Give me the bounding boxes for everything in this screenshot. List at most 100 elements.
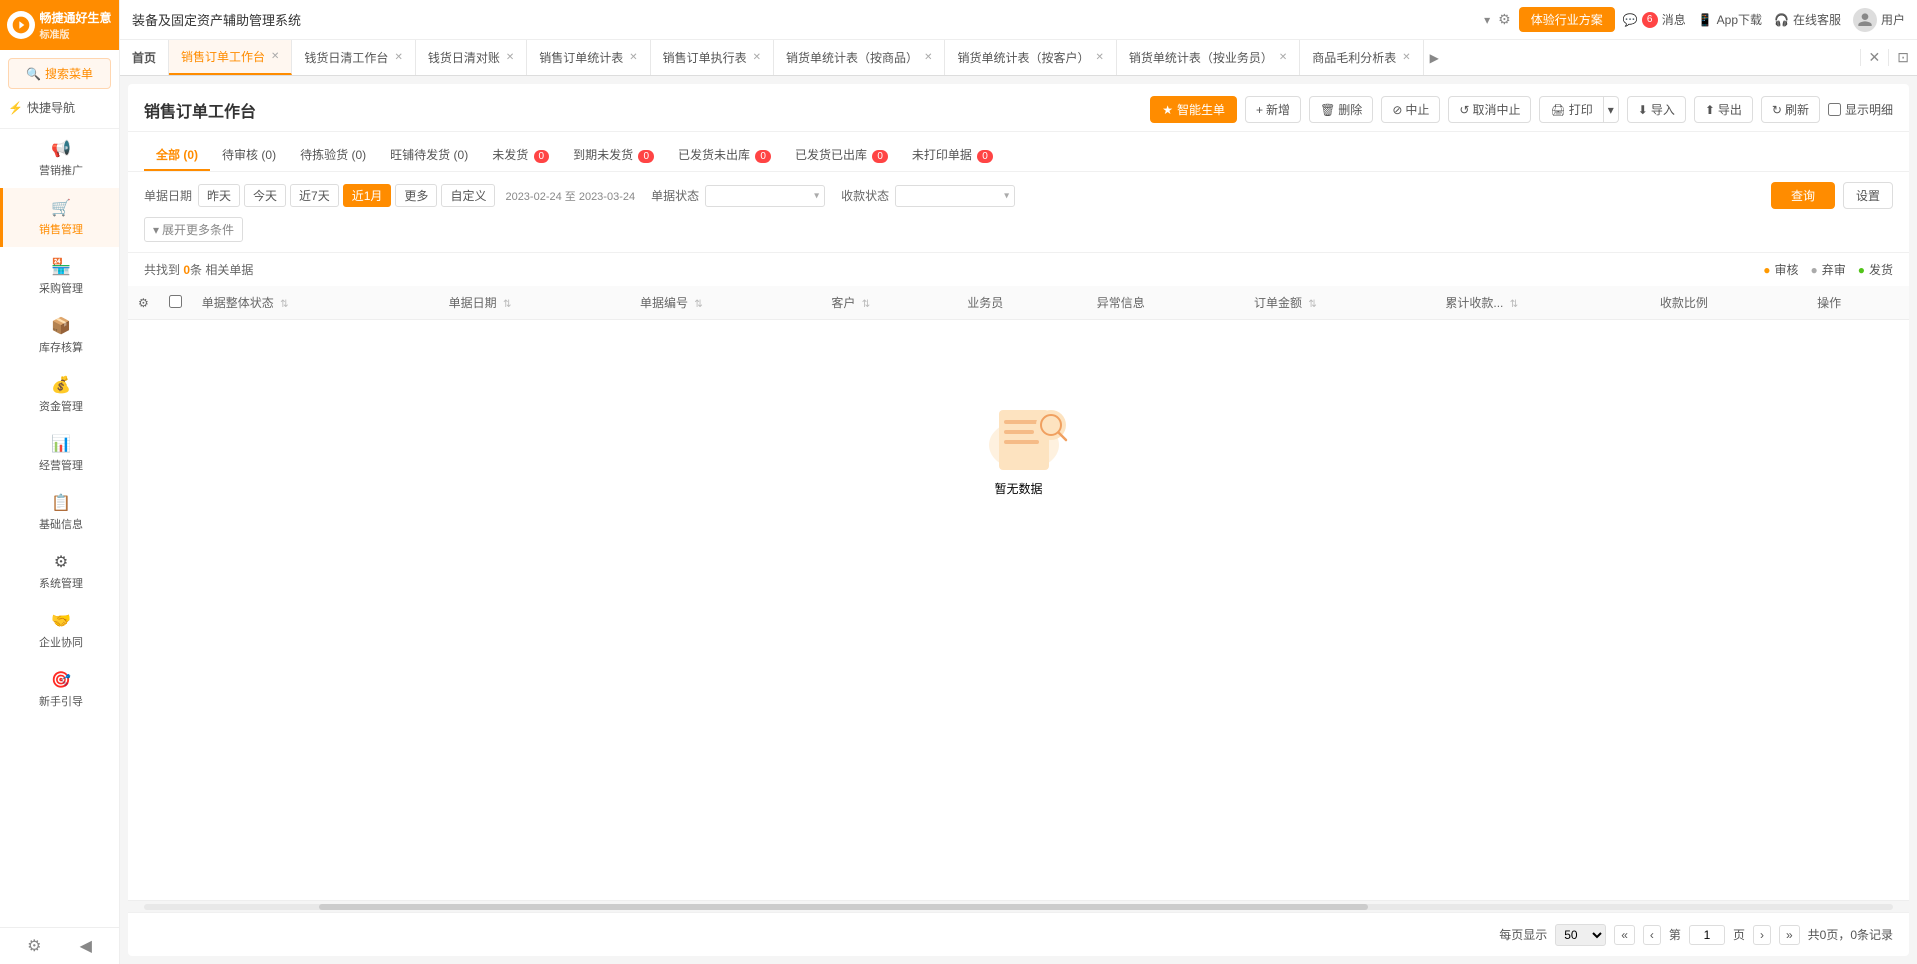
payment-select[interactable] (895, 185, 1015, 207)
sort-customer-icon[interactable]: ⇅ (862, 299, 870, 310)
sub-tab-shipped-out[interactable]: 已发货已出库 0 (783, 140, 900, 171)
user-menu[interactable]: 用户 (1853, 8, 1905, 32)
import-button[interactable]: ⬇ 导入 (1627, 96, 1686, 123)
sub-tab-not-shipped[interactable]: 未发货 0 (480, 140, 561, 171)
settings-button[interactable]: ⚙ (27, 936, 41, 956)
sidebar-item-finance[interactable]: 💰 资金管理 (0, 365, 119, 424)
tab-sales-stats-close[interactable]: ✕ (629, 52, 637, 63)
sub-tab-pending-review[interactable]: 待审核 (0) (210, 140, 288, 171)
sidebar-item-inventory[interactable]: 📦 库存核算 (0, 306, 119, 365)
tab-goods-stats-customer-close[interactable]: ✕ (1095, 52, 1103, 63)
horizontal-scrollbar[interactable] (128, 900, 1909, 912)
tab-cash-daily-close[interactable]: ✕ (394, 52, 402, 63)
tab-sales-exec[interactable]: 销售订单执行表 ✕ (651, 40, 774, 75)
settings-icon[interactable]: ⚙ (138, 296, 149, 310)
search-menu-button[interactable]: 🔍 搜索菜单 (8, 58, 111, 89)
date-yesterday[interactable]: 昨天 (198, 184, 240, 207)
export-button[interactable]: ⬆ 导出 (1694, 96, 1753, 123)
cancel-review-btn[interactable]: 弃审 (1822, 261, 1846, 278)
scrollbar-thumb[interactable] (319, 904, 1368, 910)
tab-goods-stats-product[interactable]: 销货单统计表（按商品） ✕ (774, 40, 945, 75)
system-dropdown-icon[interactable]: ▾ (1484, 13, 1490, 27)
sidebar-item-operations[interactable]: 📊 经营管理 (0, 424, 119, 483)
page-last-button[interactable]: » (1779, 925, 1800, 945)
select-all-checkbox[interactable] (169, 295, 182, 308)
sub-tab-shipped-not-out[interactable]: 已发货未出库 0 (666, 140, 783, 171)
date-today[interactable]: 今天 (244, 184, 286, 207)
tab-sales-stats[interactable]: 销售订单统计表 ✕ (527, 40, 650, 75)
sidebar-item-enterprise[interactable]: 🤝 企业协同 (0, 601, 119, 660)
date-more[interactable]: 更多 (395, 184, 437, 207)
sub-tab-pending-inspect[interactable]: 待拣验货 (0) (288, 140, 378, 171)
online-service-button[interactable]: 🎧 在线客服 (1774, 11, 1841, 28)
message-button[interactable]: 💬 6 消息 (1623, 11, 1686, 28)
stop-button[interactable]: ⊘ 中止 (1381, 96, 1440, 123)
date-custom[interactable]: 自定义 (441, 184, 495, 207)
tab-cash-reconcile[interactable]: 钱货日清对账 ✕ (416, 40, 527, 75)
sidebar-item-system[interactable]: ⚙ 系统管理 (0, 542, 119, 601)
content-card: 销售订单工作台 ★ 智能生单 + 新增 🗑 删除 ⊘ (128, 84, 1909, 956)
show-detail-checkbox-label[interactable]: 显示明细 (1828, 101, 1893, 118)
page-number-input[interactable] (1689, 925, 1725, 945)
tabs-more-button[interactable]: ▶ (1424, 51, 1445, 65)
print-dropdown-button[interactable]: ▾ (1604, 96, 1619, 123)
sidebar-item-sales[interactable]: 🛒 销售管理 (0, 188, 119, 247)
tab-cash-reconcile-close[interactable]: ✕ (506, 52, 514, 63)
setting-button[interactable]: 设置 (1843, 182, 1893, 209)
sort-date-icon[interactable]: ⇅ (503, 299, 511, 310)
page-header: 销售订单工作台 ★ 智能生单 + 新增 🗑 删除 ⊘ (128, 84, 1909, 132)
scrollbar-track[interactable] (144, 904, 1893, 910)
tab-margin-analysis-close[interactable]: ✕ (1402, 52, 1410, 63)
cancel-stop-button[interactable]: ↺ 取消中止 (1448, 96, 1531, 123)
status-select[interactable] (705, 185, 825, 207)
industry-solution-button[interactable]: 体验行业方案 (1519, 7, 1615, 32)
tab-margin-analysis[interactable]: 商品毛利分析表 ✕ (1300, 40, 1423, 75)
smart-generate-button[interactable]: ★ 智能生单 (1150, 96, 1237, 123)
page-prev-button[interactable]: ‹ (1643, 925, 1661, 945)
tab-sales-workbench-close[interactable]: ✕ (271, 51, 279, 62)
review-btn[interactable]: 审核 (1774, 261, 1798, 278)
show-detail-checkbox[interactable] (1828, 103, 1841, 116)
quick-nav[interactable]: ⚡ 快捷导航 (8, 95, 111, 120)
refresh-button[interactable]: ↻ 刷新 (1761, 96, 1820, 123)
query-button[interactable]: 查询 (1771, 182, 1835, 209)
tab-sales-exec-close[interactable]: ✕ (753, 52, 761, 63)
tab-goods-stats-staff-close[interactable]: ✕ (1279, 52, 1287, 63)
page-next-button[interactable]: › (1753, 925, 1771, 945)
page-first-button[interactable]: « (1614, 925, 1635, 945)
tab-goods-stats-customer[interactable]: 销货单统计表（按客户） ✕ (945, 40, 1116, 75)
print-button[interactable]: 🖨 打印 (1539, 96, 1603, 123)
sub-tab-all[interactable]: 全部 (0) (144, 140, 210, 171)
sidebar-item-basic[interactable]: 📋 基础信息 (0, 483, 119, 542)
tab-home[interactable]: 首页 (120, 40, 169, 75)
sidebar-item-purchase[interactable]: 🏪 采购管理 (0, 247, 119, 306)
tab-maximize-button[interactable]: ⊡ (1888, 49, 1917, 66)
date-1month[interactable]: 近1月 (343, 184, 392, 207)
app-download-button[interactable]: 📱 App下载 (1698, 11, 1762, 28)
tab-close-all-button[interactable]: ✕ (1860, 49, 1889, 66)
sidebar-item-marketing[interactable]: 📢 营销推广 (0, 129, 119, 188)
sort-collected-icon[interactable]: ⇅ (1510, 299, 1518, 310)
collapse-button[interactable]: ◀ (80, 936, 92, 956)
sub-tab-not-printed[interactable]: 未打印单据 0 (900, 140, 1005, 171)
username-label: 用户 (1881, 11, 1905, 28)
tab-goods-stats-product-close[interactable]: ✕ (924, 52, 932, 63)
per-page-select[interactable]: 50 10 20 100 (1555, 924, 1606, 946)
sort-amount-icon[interactable]: ⇅ (1308, 299, 1316, 310)
sub-tab-pending-review-label: 待审核 (222, 148, 258, 162)
sub-tab-wangpu-pending[interactable]: 旺铺待发货 (0) (378, 140, 480, 171)
settings-icon[interactable]: ⚙ (1498, 11, 1511, 28)
expand-filter-button[interactable]: ▾ 展开更多条件 (144, 217, 243, 242)
tab-goods-stats-staff[interactable]: 销货单统计表（按业务员） ✕ (1117, 40, 1300, 75)
add-button[interactable]: + 新增 (1245, 96, 1301, 123)
date-7days[interactable]: 近7天 (290, 184, 339, 207)
tab-sales-workbench[interactable]: 销售订单工作台 ✕ (169, 40, 292, 75)
tab-bar: 首页 销售订单工作台 ✕ 钱货日清工作台 ✕ 钱货日清对账 ✕ 销售订单统计表 … (120, 40, 1917, 76)
sidebar-item-guide[interactable]: 🎯 新手引导 (0, 660, 119, 719)
ship-btn[interactable]: 发货 (1869, 261, 1893, 278)
sub-tab-overdue-not-shipped[interactable]: 到期未发货 0 (561, 140, 666, 171)
sort-number-icon[interactable]: ⇅ (694, 299, 702, 310)
delete-button[interactable]: 🗑 删除 (1309, 96, 1373, 123)
tab-cash-daily[interactable]: 钱货日清工作台 ✕ (292, 40, 415, 75)
sort-status-icon[interactable]: ⇅ (280, 299, 288, 310)
